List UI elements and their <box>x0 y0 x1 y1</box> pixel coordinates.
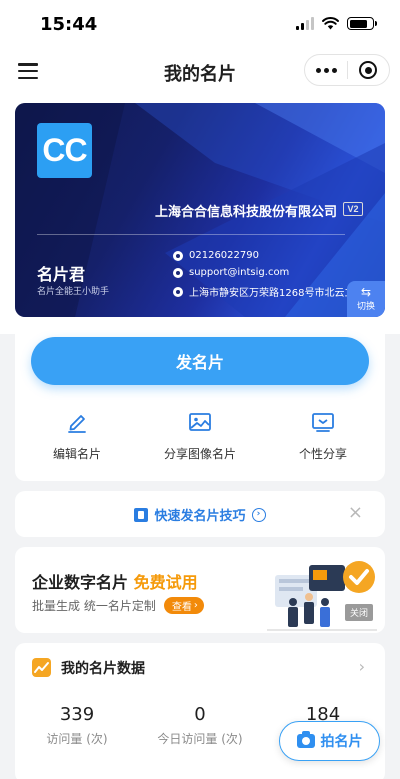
nav-bar: 我的名片 <box>0 48 400 94</box>
chevron-right-icon[interactable]: › <box>359 657 365 676</box>
battery-icon <box>347 17 377 30</box>
share-icon <box>312 413 334 432</box>
data-title: 我的名片数据 <box>61 661 145 677</box>
phone-number: 02126022790 <box>189 250 259 261</box>
tips-link[interactable]: 快速发名片技巧 › <box>15 505 385 524</box>
card-divider <box>37 234 345 235</box>
company-logo: CC <box>37 123 92 178</box>
phone-icon <box>173 250 183 261</box>
promo-banner[interactable]: 企业数字名片 免费试用 批量生成 统一名片定制 查看 › 关闭 <box>15 547 385 633</box>
mail-icon <box>173 267 183 278</box>
status-bar: 15:44 <box>0 0 400 48</box>
address-row: 上海市静安区万荣路1268号市北云立 <box>173 284 354 299</box>
close-icon[interactable]: × <box>348 502 363 523</box>
company-name: 上海合合信息科技股份有限公司 <box>154 205 337 220</box>
custom-share-action[interactable]: 个性分享 <box>263 411 383 462</box>
share-image-card-label: 分享图像名片 <box>163 447 236 461</box>
stat-label: 访问量 (次) <box>46 732 108 746</box>
chart-icon <box>32 658 51 677</box>
stat-value: 0 <box>194 704 206 725</box>
tips-banner[interactable]: 快速发名片技巧 › × <box>15 491 385 537</box>
stat-label: 今日访问量 (次) <box>157 732 243 746</box>
chevron-right-icon: › <box>193 600 198 611</box>
signal-icon <box>296 17 314 30</box>
address-text: 上海市静安区万荣路1268号市北云立 <box>189 288 355 299</box>
tips-label: 快速发名片技巧 <box>154 509 246 524</box>
promo-title-text: 企业数字名片 <box>32 573 134 592</box>
mini-program-capsule <box>304 54 390 86</box>
share-image-card-action[interactable]: 分享图像名片 <box>140 411 260 462</box>
video-icon <box>134 507 149 522</box>
promo-title: 企业数字名片 免费试用 <box>32 569 198 593</box>
arrow-right-icon: › <box>251 507 266 522</box>
promo-subtitle-row: 批量生成 统一名片定制 查看 › <box>32 597 204 614</box>
stat-today-visits: 0 今日访问量 (次) <box>140 704 260 747</box>
card-holder-title: 名片全能王小助手 <box>37 287 110 297</box>
location-icon <box>173 286 183 297</box>
email-row: support@intsig.com <box>173 267 289 278</box>
close-mini-program-icon[interactable] <box>348 61 389 79</box>
more-icon[interactable] <box>305 67 347 73</box>
switch-icon: ⇆ <box>360 285 372 299</box>
camera-icon <box>296 731 315 748</box>
send-card-button[interactable]: 发名片 <box>31 337 369 385</box>
status-icons <box>296 17 377 30</box>
edit-card-label: 编辑名片 <box>52 447 101 461</box>
edit-card-action[interactable]: 编辑名片 <box>17 411 137 462</box>
scan-card-button[interactable]: 拍名片 <box>279 721 380 761</box>
promo-subtitle: 批量生成 统一名片定制 <box>32 599 156 613</box>
phone-row: 02126022790 <box>173 250 259 261</box>
promo-close-button[interactable]: 关闭 <box>344 604 373 621</box>
edit-icon <box>68 415 86 433</box>
switch-card-button[interactable]: ⇆ 切换 <box>347 281 385 317</box>
stat-value: 339 <box>59 704 95 725</box>
email-address: support@intsig.com <box>189 267 290 278</box>
wifi-icon <box>322 17 339 30</box>
business-card[interactable]: CC 上海合合信息科技股份有限公司 V2 名片君 名片全能王小助手 021260… <box>15 103 385 317</box>
image-icon <box>189 413 211 431</box>
card-holder-name: 名片君 <box>37 265 86 284</box>
scan-label: 拍名片 <box>320 734 363 750</box>
promo-view-label: 查看 <box>171 602 192 613</box>
vip-badge: V2 <box>343 202 363 216</box>
status-time: 15:44 <box>40 14 98 35</box>
switch-label: 切换 <box>356 302 375 312</box>
stat-visits: 339 访问量 (次) <box>17 704 137 747</box>
custom-share-label: 个性分享 <box>298 447 347 461</box>
promo-view-button[interactable]: 查看 › <box>163 597 204 614</box>
promo-highlight: 免费试用 <box>133 573 198 592</box>
